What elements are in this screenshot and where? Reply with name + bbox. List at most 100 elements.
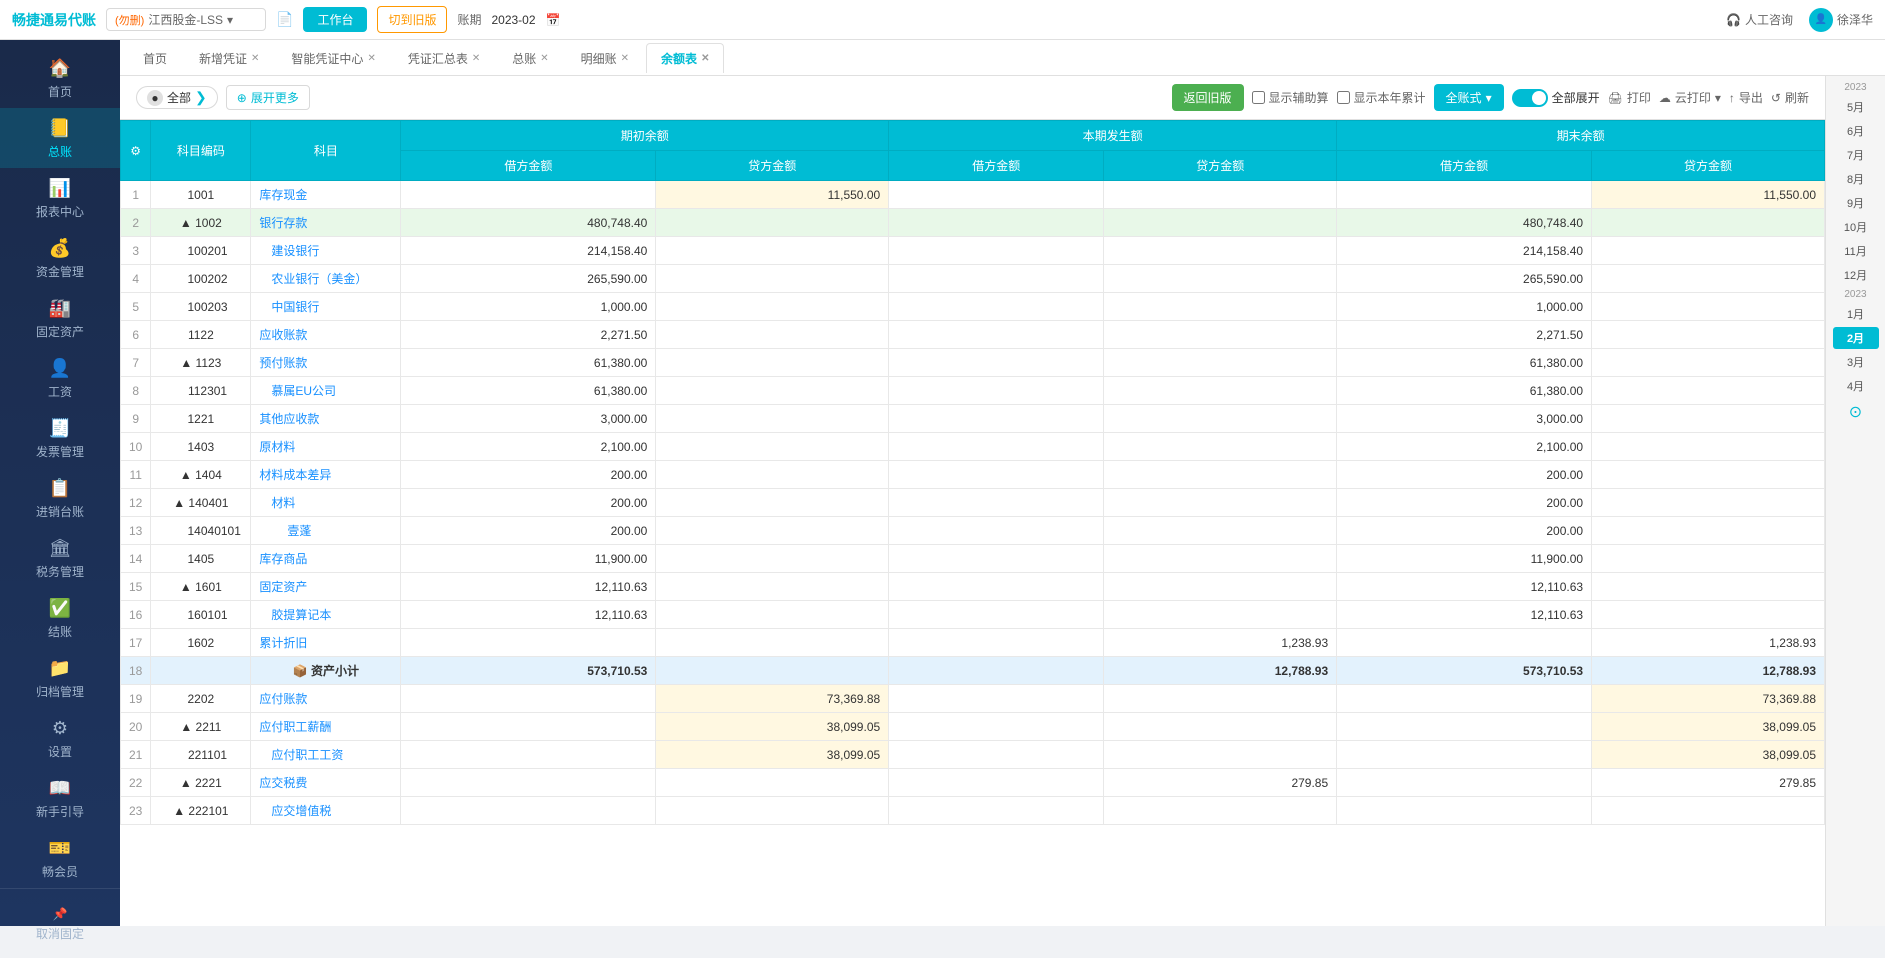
account-name[interactable]: 中国银行 <box>251 293 401 321</box>
account-name[interactable]: 库存商品 <box>251 545 401 573</box>
export-action[interactable]: ↑ 导出 <box>1729 89 1763 106</box>
account-name[interactable]: 材料成本差异 <box>251 461 401 489</box>
switch-version-button[interactable]: 切到旧版 <box>377 6 447 33</box>
month-4[interactable]: 4月 <box>1833 375 1879 397</box>
tab-detail-ledger[interactable]: 明细账 ✕ <box>566 43 644 73</box>
account-name[interactable]: 银行存款 <box>251 209 401 237</box>
workbench-button[interactable]: 工作台 <box>303 7 367 32</box>
sidebar-item-ledger[interactable]: 📒 总账 <box>0 108 120 168</box>
sidebar-item-tax[interactable]: 🏛 税务管理 <box>0 528 120 588</box>
return-old-version-button[interactable]: 返回旧版 <box>1172 84 1244 111</box>
sidebar-item-sales[interactable]: 📋 进销台账 <box>0 468 120 528</box>
tab-ledger[interactable]: 总账 ✕ <box>497 43 563 73</box>
sidebar-item-settings[interactable]: ⚙ 设置 <box>0 708 120 768</box>
month-5[interactable]: 5月 <box>1833 96 1879 118</box>
month-9[interactable]: 9月 <box>1833 192 1879 214</box>
month-2[interactable]: 2月 <box>1833 327 1879 349</box>
close-ledger-icon[interactable]: ✕ <box>540 53 548 64</box>
expand-all-toggle[interactable]: 全部展开 <box>1512 89 1600 107</box>
open-credit <box>656 657 889 685</box>
cur-credit <box>1104 685 1337 713</box>
consult-link[interactable]: 🎧 人工咨询 <box>1726 11 1793 28</box>
month-3[interactable]: 3月 <box>1833 351 1879 373</box>
account-name[interactable]: 📦 资产小计 <box>251 657 401 685</box>
filter-all-tag[interactable]: ● 全部 ❯ <box>136 86 218 109</box>
right-panel-expand-icon[interactable]: ⊙ <box>1849 402 1862 422</box>
account-name[interactable]: 应付账款 <box>251 685 401 713</box>
sidebar-item-archive[interactable]: 📁 归档管理 <box>0 648 120 708</box>
open-debit: 11,900.00 <box>401 545 656 573</box>
unpin-button[interactable]: 📌 取消固定 <box>0 897 120 950</box>
table-row: 18📦 资产小计573,710.5312,788.93573,710.5312,… <box>121 657 1825 685</box>
row-number: 16 <box>121 601 151 629</box>
user-menu[interactable]: 👤 徐泽华 <box>1809 8 1873 32</box>
month-6[interactable]: 6月 <box>1833 120 1879 142</box>
show-aux-checkbox[interactable]: 显示辅助算 <box>1252 89 1329 106</box>
account-name[interactable]: 应交税费 <box>251 769 401 797</box>
account-name[interactable]: 预付账款 <box>251 349 401 377</box>
tab-voucher-summary[interactable]: 凭证汇总表 ✕ <box>393 43 495 73</box>
close-smart-voucher-icon[interactable]: ✕ <box>367 53 375 64</box>
print-action[interactable]: 🖨 打印 <box>1608 89 1651 106</box>
month-11[interactable]: 11月 <box>1833 240 1879 262</box>
tab-smart-voucher[interactable]: 智能凭证中心 ✕ <box>276 43 390 73</box>
month-7[interactable]: 7月 <box>1833 144 1879 166</box>
account-name[interactable]: 材料 <box>251 489 401 517</box>
account-name[interactable]: 应付职工工资 <box>251 741 401 769</box>
tab-balance-sheet[interactable]: 余额表 ✕ <box>646 43 724 73</box>
account-name[interactable]: 库存现金 <box>251 181 401 209</box>
sidebar-item-salary[interactable]: 👤 工资 <box>0 348 120 408</box>
settings-col-header[interactable]: ⚙ <box>121 121 151 181</box>
full-mode-button[interactable]: 全账式 ▾ <box>1434 84 1504 111</box>
sidebar-item-member[interactable]: 🎫 畅会员 <box>0 828 120 888</box>
sidebar-item-invoice[interactable]: 🧾 发票管理 <box>0 408 120 468</box>
period-value: 2023-02 <box>491 13 535 27</box>
month-8[interactable]: 8月 <box>1833 168 1879 190</box>
account-name[interactable]: 其他应收款 <box>251 405 401 433</box>
account-name[interactable]: 应交增值税 <box>251 797 401 825</box>
show-ytd-label: 显示本年累计 <box>1354 89 1426 106</box>
open-credit <box>656 377 889 405</box>
account-name[interactable]: 壹蓬 <box>251 517 401 545</box>
sidebar-item-guide[interactable]: 📖 新手引导 <box>0 768 120 828</box>
month-12[interactable]: 12月 <box>1833 264 1879 286</box>
cloud-print-action[interactable]: ☁ 云打印 ▾ <box>1659 89 1721 106</box>
close-balance-sheet-icon[interactable]: ✕ <box>701 53 709 64</box>
calendar-icon: 📅 <box>546 13 561 27</box>
close-new-voucher-icon[interactable]: ✕ <box>251 53 259 64</box>
cur-debit <box>889 545 1104 573</box>
account-name[interactable]: 胶提算记本 <box>251 601 401 629</box>
avatar: 👤 <box>1809 8 1833 32</box>
account-name[interactable]: 农业银行（美金） <box>251 265 401 293</box>
month-1[interactable]: 1月 <box>1833 303 1879 325</box>
sidebar-item-home[interactable]: 🏠 首页 <box>0 48 120 108</box>
expand-more-button[interactable]: ⊕ 展开更多 <box>226 85 310 110</box>
sidebar-item-fixed-assets[interactable]: 🏭 固定资产 <box>0 288 120 348</box>
show-ytd-checkbox[interactable]: 显示本年累计 <box>1337 89 1426 106</box>
account-name[interactable]: 建设银行 <box>251 237 401 265</box>
account-name[interactable]: 固定资产 <box>251 573 401 601</box>
sidebar-item-capital[interactable]: 💰 资金管理 <box>0 228 120 288</box>
tab-home[interactable]: 首页 <box>128 43 182 73</box>
refresh-action[interactable]: ↺ 刷新 <box>1771 89 1809 106</box>
row-number: 18 <box>121 657 151 685</box>
account-code: 160101 <box>151 601 251 629</box>
ytd-checkbox-input[interactable] <box>1337 91 1350 104</box>
month-10[interactable]: 10月 <box>1833 216 1879 238</box>
account-name[interactable]: 原材料 <box>251 433 401 461</box>
account-name[interactable]: 慕属EU公司 <box>251 377 401 405</box>
close-voucher-summary-icon[interactable]: ✕ <box>472 53 480 64</box>
close-detail-ledger-icon[interactable]: ✕ <box>621 53 629 64</box>
account-name[interactable]: 应收账款 <box>251 321 401 349</box>
account-name[interactable]: 应付职工薪酬 <box>251 713 401 741</box>
period-start-header: 期初余额 <box>401 121 889 151</box>
account-name[interactable]: 累计折旧 <box>251 629 401 657</box>
sidebar-item-checkout[interactable]: ✅ 结账 <box>0 588 120 648</box>
balance-table-wrapper[interactable]: ⚙ 科目编码 科目 期初余额 本期发生额 期末余额 借方金额 贷方金额 借方金额 <box>120 120 1825 926</box>
company-selector[interactable]: (勿删) 江西股金-LSS ▾ <box>106 8 266 31</box>
tab-new-voucher-label: 新增凭证 <box>199 50 247 67</box>
toggle-track[interactable] <box>1512 89 1548 107</box>
sidebar-item-report[interactable]: 📊 报表中心 <box>0 168 120 228</box>
tab-new-voucher[interactable]: 新增凭证 ✕ <box>184 43 274 73</box>
aux-checkbox-input[interactable] <box>1252 91 1265 104</box>
